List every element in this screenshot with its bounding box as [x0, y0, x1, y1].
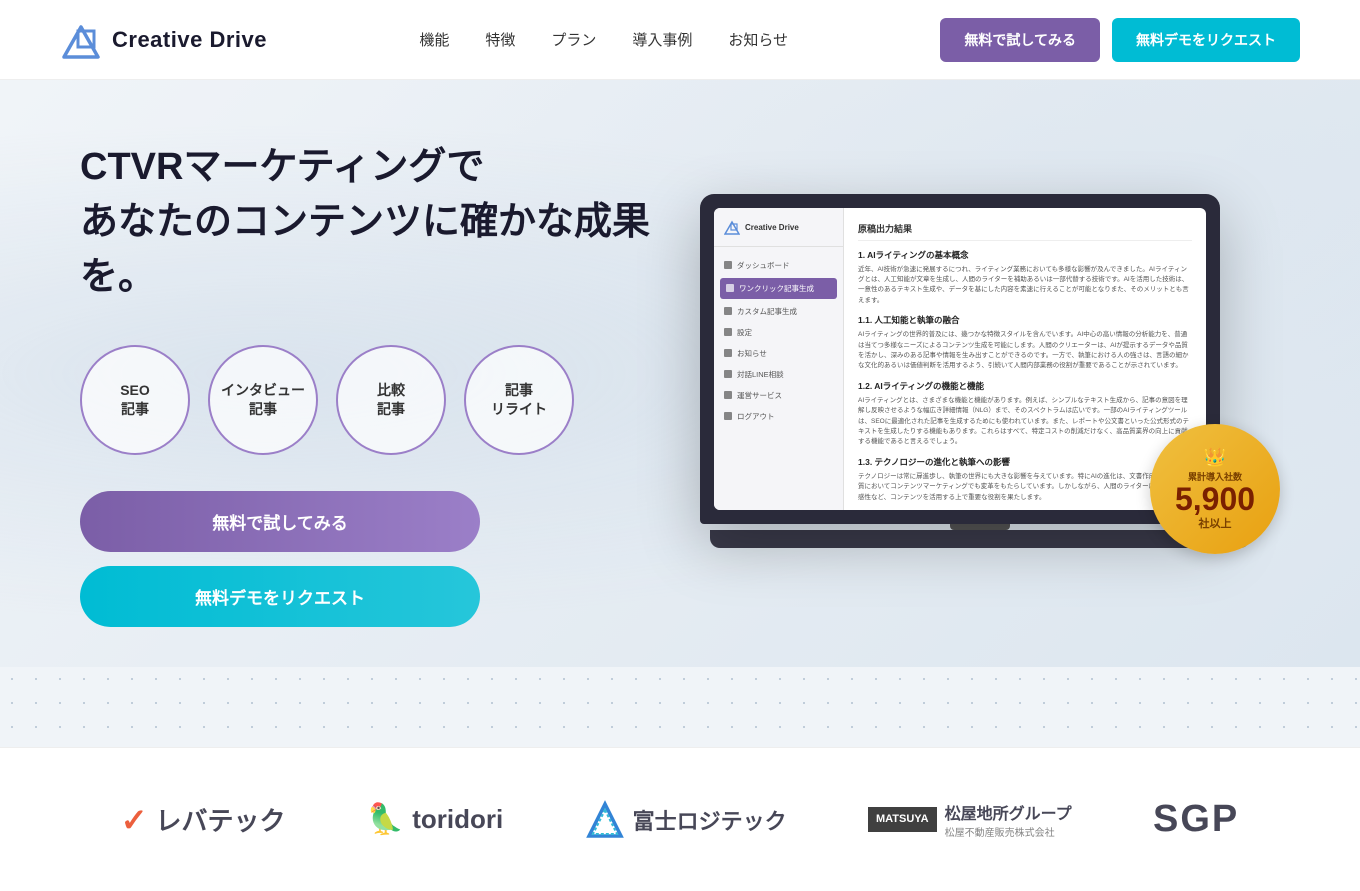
screen-s13-title: 1.3. テクノロジーの進化と執筆への影響	[858, 456, 1192, 468]
screen-output-title: 原稿出力結果	[858, 222, 1192, 241]
hero-circles: SEO記事 インタビュー記事 比較記事 記事リライト	[80, 345, 680, 455]
news-icon	[724, 349, 732, 357]
dashboard-icon	[724, 261, 732, 269]
matsuya-text2: 松屋不動産販売株式会社	[945, 824, 1072, 839]
hero-right: Creative Drive ダッシュボード ワンクリック記事生成 カ	[680, 194, 1280, 574]
screen-menu-news: お知らせ	[714, 343, 843, 364]
screen-s11-title: 1.1. 人工知能と執筆の融合	[858, 314, 1192, 326]
logo-icon	[60, 19, 102, 61]
levertech-text: レバテック	[156, 801, 286, 838]
logo-sgp: SGP	[1153, 798, 1239, 841]
logo-text: Creative Drive	[112, 27, 267, 53]
hero-heading: CTVRマーケティングで あなたのコンテンツに確かな成果を。	[80, 140, 680, 305]
screen-logo-icon	[724, 220, 740, 236]
badge-suffix: 社以上	[1199, 515, 1232, 531]
badge-number: 5,900	[1175, 483, 1255, 515]
oneclick-icon	[726, 284, 734, 292]
nav-plan[interactable]: プラン	[551, 29, 596, 50]
screen-menu-dashboard: ダッシュボード	[714, 255, 843, 276]
screen-logo-text: Creative Drive	[745, 223, 799, 232]
hero-demo-button[interactable]: 無料デモをリクエスト	[80, 566, 480, 627]
settings-icon	[724, 328, 732, 336]
screen-s1-body: 近年、AI技術が急速に発展するにつれ、ライティング業務においても多様な影響が及ん…	[858, 265, 1192, 307]
screen-menu-logout: ログアウト	[714, 406, 843, 427]
circle-rewrite: 記事リライト	[464, 345, 574, 455]
matsuya-text-group: 松屋地所グループ 松屋不動産販売株式会社	[945, 800, 1072, 839]
hero-trial-button[interactable]: 無料で試してみる	[80, 491, 480, 552]
header: Creative Drive 機能 特徴 プラン 導入事例 お知らせ 無料で試し…	[0, 0, 1360, 80]
logos-section: ✓ レバテック 🦜 toridori 富士ロジテック MATSUYA 松屋地所グ…	[0, 747, 1360, 891]
badge-crown-icon: 👑	[1204, 447, 1226, 468]
screen-menu-settings: 設定	[714, 322, 843, 343]
logo-levertech: ✓ レバテック	[121, 801, 286, 839]
header-buttons: 無料で試してみる 無料デモをリクエスト	[940, 18, 1300, 62]
nav-features[interactable]: 機能	[419, 29, 449, 50]
matsuya-text1: 松屋地所グループ	[945, 800, 1072, 824]
hero-left: CTVRマーケティングで あなたのコンテンツに確かな成果を。 SEO記事 インタ…	[80, 140, 680, 627]
service-icon	[724, 391, 732, 399]
screen-logo-area: Creative Drive	[714, 220, 843, 247]
toridori-text: toridori	[412, 804, 503, 835]
laptop-body: Creative Drive ダッシュボード ワンクリック記事生成 カ	[700, 194, 1220, 524]
circle-seo: SEO記事	[80, 345, 190, 455]
custom-icon	[724, 307, 732, 315]
circle-compare: 比較記事	[336, 345, 446, 455]
fuji-icon	[585, 800, 625, 840]
line-icon	[724, 370, 732, 378]
screen-menu-service: 運営サービス	[714, 385, 843, 406]
badge-circle: 👑 累計導入社数 5,900 社以上	[1150, 424, 1280, 554]
toridori-icon: 🦜	[367, 802, 404, 837]
logo-toridori: 🦜 toridori	[367, 802, 503, 837]
laptop-notch	[950, 524, 1010, 530]
badge-wrapper: 👑 累計導入社数 5,900 社以上	[1150, 424, 1280, 554]
levertech-icon: ✓	[121, 801, 148, 839]
logo-fuji: 富士ロジテック	[585, 800, 787, 840]
circle-interview: インタビュー記事	[208, 345, 318, 455]
nav-cases[interactable]: 導入事例	[632, 29, 692, 50]
header-demo-button[interactable]: 無料デモをリクエスト	[1112, 18, 1300, 62]
laptop-screen: Creative Drive ダッシュボード ワンクリック記事生成 カ	[714, 208, 1206, 510]
hero-cta: 無料で試してみる 無料デモをリクエスト	[80, 491, 480, 627]
screen-sidebar: Creative Drive ダッシュボード ワンクリック記事生成 カ	[714, 208, 844, 510]
hero-section: CTVRマーケティングで あなたのコンテンツに確かな成果を。 SEO記事 インタ…	[0, 80, 1360, 667]
screen-menu-custom: カスタム記事生成	[714, 301, 843, 322]
logout-icon	[724, 412, 732, 420]
screen-s11-body: AIライティングの世界的普及には、幾つかな特徴スタイルを含んでいます。AI中心の…	[858, 330, 1192, 372]
header-trial-button[interactable]: 無料で試してみる	[940, 18, 1100, 62]
logo-area: Creative Drive	[60, 19, 267, 61]
screen-s12-title: 1.2. AIライティングの機能と機能	[858, 380, 1192, 392]
screen-s13-body: テクノロジーは常に扉進歩し、執筆の世界にも大きな影響を与えています。特にAIの進…	[858, 472, 1192, 503]
screen-menu-line: 対話LINE相談	[714, 364, 843, 385]
nav-news[interactable]: お知らせ	[728, 29, 788, 50]
sgp-text: SGP	[1153, 798, 1239, 841]
screen-s1-title: 1. AIライティングの基本概念	[858, 249, 1192, 261]
dots-decoration	[0, 667, 1360, 747]
matsuya-icon: MATSUYA	[868, 807, 937, 832]
screen-s12-body: AIライティングとは、さまざまな機能と機能があります。例えば、シンプルなテキスト…	[858, 396, 1192, 448]
laptop-mockup: Creative Drive ダッシュボード ワンクリック記事生成 カ	[700, 194, 1260, 574]
fuji-text: 富士ロジテック	[633, 804, 787, 836]
nav-characteristics[interactable]: 特徴	[485, 29, 515, 50]
main-nav: 機能 特徴 プラン 導入事例 お知らせ	[419, 29, 788, 50]
logo-matsuya: MATSUYA 松屋地所グループ 松屋不動産販売株式会社	[868, 800, 1072, 839]
screen-menu-oneclick: ワンクリック記事生成	[720, 278, 837, 299]
